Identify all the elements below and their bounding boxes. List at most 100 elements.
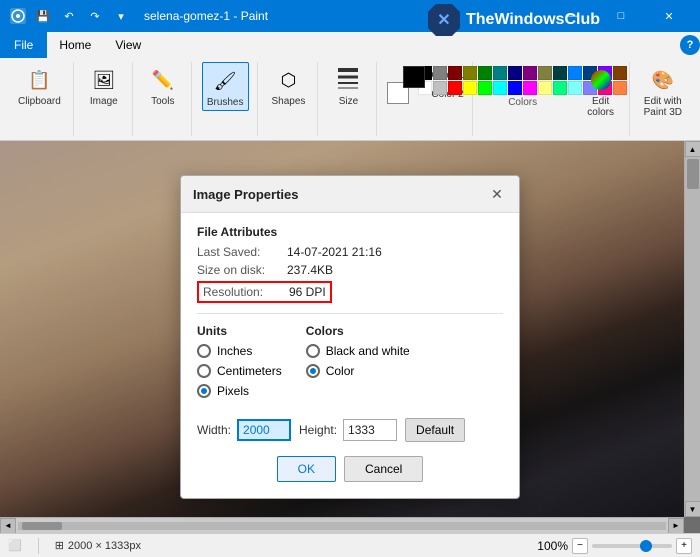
brushes-label: Brushes xyxy=(207,97,244,108)
default-btn[interactable]: Default xyxy=(405,418,465,442)
color-swatch-8[interactable] xyxy=(538,66,552,80)
color-swatch-23[interactable] xyxy=(553,81,567,95)
clipboard-btn[interactable]: 📋 Clipboard xyxy=(14,62,65,109)
save-quick-btn[interactable]: 💾 xyxy=(32,5,54,27)
dialog-title-bar: Image Properties ✕ xyxy=(181,176,519,213)
ribbon: File Home View ? 📋 Clipboard 🖼 Image xyxy=(0,32,700,141)
color-swatch-6[interactable] xyxy=(508,66,522,80)
group-brushes: 🖌 Brushes xyxy=(194,62,258,136)
window-title: selena-gomez-1 - Paint xyxy=(144,9,268,23)
dimensions-icon: ⊞ xyxy=(55,539,64,552)
width-input[interactable] xyxy=(237,419,291,441)
ok-btn[interactable]: OK xyxy=(277,456,336,482)
tab-file[interactable]: File xyxy=(0,32,47,58)
color-swatch-19[interactable] xyxy=(493,81,507,95)
cancel-btn[interactable]: Cancel xyxy=(344,456,423,482)
size-on-disk-label: Size on disk: xyxy=(197,263,287,277)
group-palette: Colors xyxy=(475,62,571,136)
edit-paint3d-icon: 🎨 xyxy=(647,64,679,96)
title-bar: 💾 ↶ ↷ ▾ selena-gomez-1 - Paint ✕ TheWind… xyxy=(0,0,700,32)
color-swatch-22[interactable] xyxy=(538,81,552,95)
color-swatch-15[interactable] xyxy=(433,81,447,95)
size-label: Size xyxy=(339,96,358,107)
quick-access-toolbar: 💾 ↶ ↷ ▾ xyxy=(32,5,132,27)
dialog-overlay: Image Properties ✕ File Attributes Last … xyxy=(0,141,700,533)
customize-quick-access-btn[interactable]: ▾ xyxy=(110,5,132,27)
zoom-value: 100% xyxy=(537,539,568,553)
color1-swatch[interactable] xyxy=(403,66,425,88)
brushes-btn[interactable]: 🖌 Brushes xyxy=(202,62,249,111)
color-swatch-3[interactable] xyxy=(463,66,477,80)
close-btn[interactable]: ✕ xyxy=(646,0,692,32)
shapes-btn[interactable]: ⬡ Shapes xyxy=(268,62,310,109)
zoom-in-btn[interactable]: + xyxy=(676,538,692,554)
color-swatch-5[interactable] xyxy=(493,66,507,80)
bw-radio[interactable]: Black and white xyxy=(306,344,410,358)
color-swatch-20[interactable] xyxy=(508,81,522,95)
edit-colors-icon xyxy=(585,64,617,96)
color-swatch-17[interactable] xyxy=(463,81,477,95)
units-title: Units xyxy=(197,324,282,338)
last-saved-row: Last Saved: 14-07-2021 21:16 xyxy=(197,245,503,259)
brushes-icon: 🖌 xyxy=(209,65,241,97)
color-swatch-21[interactable] xyxy=(523,81,537,95)
tools-btn[interactable]: ✏️ Tools xyxy=(143,62,183,109)
undo-btn[interactable]: ↶ xyxy=(58,5,80,27)
centimeters-radio[interactable]: Centimeters xyxy=(197,364,282,378)
pixels-radio[interactable]: Pixels xyxy=(197,384,282,398)
dialog-body: File Attributes Last Saved: 14-07-2021 2… xyxy=(181,213,519,498)
ribbon-content: 📋 Clipboard 🖼 Image ✏️ Tools xyxy=(0,58,700,140)
tools-icon: ✏️ xyxy=(147,64,179,96)
dialog-title: Image Properties xyxy=(193,187,299,202)
width-group: Width: xyxy=(197,419,291,441)
maximize-btn[interactable]: □ xyxy=(598,0,644,32)
color-swatch-18[interactable] xyxy=(478,81,492,95)
color-radio[interactable]: Color xyxy=(306,364,410,378)
color-swatch-2[interactable] xyxy=(448,66,462,80)
inches-radio[interactable]: Inches xyxy=(197,344,282,358)
group-clipboard: 📋 Clipboard xyxy=(6,62,74,136)
tab-view[interactable]: View xyxy=(103,32,153,58)
colors-col-title: Colors xyxy=(306,324,410,338)
color-swatch-4[interactable] xyxy=(478,66,492,80)
watermark-logo: ✕ xyxy=(428,4,460,36)
height-input[interactable] xyxy=(343,419,397,441)
group-edit-colors: Editcolors xyxy=(573,62,630,136)
image-label: Image xyxy=(90,96,118,107)
bw-label: Black and white xyxy=(326,344,410,358)
edit-colors-label: Editcolors xyxy=(587,96,614,118)
shapes-icon: ⬡ xyxy=(272,64,304,96)
edit-colors-btn[interactable]: Editcolors xyxy=(581,62,621,120)
shapes-label: Shapes xyxy=(272,96,306,107)
image-btn[interactable]: 🖼 Image xyxy=(84,62,124,109)
cm-radio-circle xyxy=(197,364,211,378)
tools-label: Tools xyxy=(151,96,174,107)
dialog-close-btn[interactable]: ✕ xyxy=(487,184,507,204)
color-label: Color xyxy=(326,364,355,378)
tab-home[interactable]: Home xyxy=(47,32,103,58)
watermark: ✕ TheWindowsClub xyxy=(428,4,600,36)
dialog-divider xyxy=(197,313,503,314)
color-swatch-16[interactable] xyxy=(448,81,462,95)
help-btn[interactable]: ? xyxy=(680,35,700,55)
cm-label: Centimeters xyxy=(217,364,282,378)
color-swatch-1[interactable] xyxy=(433,66,447,80)
color-swatch-7[interactable] xyxy=(523,66,537,80)
selection-info: ⬜ xyxy=(8,539,22,552)
size-on-disk-value: 237.4KB xyxy=(287,263,333,277)
image-icon: 🖼 xyxy=(88,64,120,96)
zoom-slider[interactable] xyxy=(592,544,672,548)
group-shapes: ⬡ Shapes xyxy=(260,62,319,136)
group-edit-paint3d: 🎨 Edit withPaint 3D xyxy=(632,62,694,136)
edit-paint3d-btn[interactable]: 🎨 Edit withPaint 3D xyxy=(640,62,686,120)
group-size: Size xyxy=(320,62,377,136)
width-label: Width: xyxy=(197,423,231,437)
pixels-radio-circle xyxy=(197,384,211,398)
size-btn[interactable]: Size xyxy=(328,62,368,109)
edit-paint3d-label: Edit withPaint 3D xyxy=(644,96,682,118)
zoom-out-btn[interactable]: − xyxy=(572,538,588,554)
inches-radio-circle xyxy=(197,344,211,358)
dimensions-row: Width: Height: Default xyxy=(197,418,503,442)
color-swatch-9[interactable] xyxy=(553,66,567,80)
redo-btn[interactable]: ↷ xyxy=(84,5,106,27)
